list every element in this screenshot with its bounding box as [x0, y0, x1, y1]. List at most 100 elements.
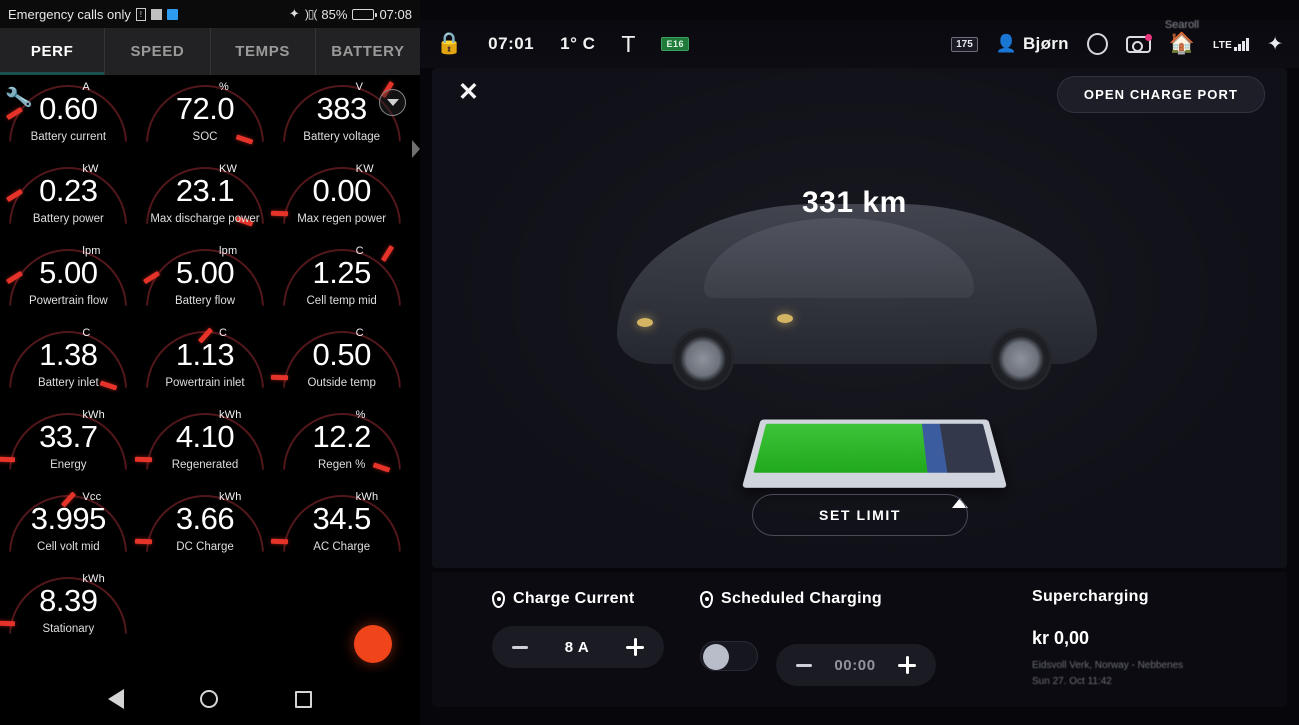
chevron-down-icon[interactable] — [379, 89, 406, 116]
gauge-regenerated[interactable]: kWh 4.10 Regenerated — [134, 403, 274, 485]
screenshot-root: Emergency calls only ! ✦ )▯( 85% 07:08 P… — [0, 0, 1299, 725]
charge-current-minus-button[interactable] — [512, 645, 528, 649]
gauge-value: 0.00 — [312, 173, 371, 208]
gauge-battery-voltage[interactable]: V 383 Battery voltage — [273, 75, 410, 157]
gauge-stationary[interactable]: kWh 8.39 Stationary — [0, 567, 137, 649]
gauge-label: Stationary — [42, 623, 95, 635]
square-icon — [150, 8, 162, 20]
voice-circle-icon[interactable] — [1086, 33, 1108, 55]
gauge-value: 33.7 — [39, 419, 98, 454]
gauge-energy[interactable]: kWh 33.7 Energy — [0, 403, 137, 485]
gauge-needle — [134, 538, 152, 545]
gauge-value: 12.2 — [312, 419, 371, 454]
supercharging-timestamp: Sun 27. Oct 11:42 — [1032, 676, 1112, 687]
nav-back-icon[interactable] — [108, 689, 125, 709]
gauge-max-regen-power[interactable]: KW 0.00 Max regen power — [271, 157, 410, 239]
home-icon: 🏠 — [1168, 32, 1196, 55]
set-limit-button[interactable]: SET LIMIT — [752, 494, 969, 536]
scheduled-charging-controls: 00:00 — [700, 626, 1002, 686]
tesla-clock: 07:01 — [488, 34, 535, 53]
gauge-value: 0.60 — [39, 91, 98, 126]
supercharging-price: kr 0,00 — [1032, 628, 1090, 648]
vibrate-icon: )▯( — [304, 7, 318, 21]
wheel-rear — [990, 328, 1052, 390]
scheduled-time-stepper[interactable]: 00:00 — [776, 644, 936, 686]
charge-current-plus-button[interactable] — [626, 638, 644, 656]
gauge-label: Cell temp mid — [306, 295, 377, 307]
pin-icon — [700, 590, 713, 608]
gauge-needle — [0, 620, 16, 627]
gauge-needle — [271, 374, 289, 381]
panel-expand-arrow-icon[interactable] — [412, 140, 420, 158]
tab-temps[interactable]: TEMPS — [211, 28, 316, 75]
gauge-battery-inlet[interactable]: C 1.38 Battery inlet — [0, 321, 137, 403]
gauge-battery-power[interactable]: kW 0.23 Battery power — [0, 157, 137, 239]
wheel-front — [672, 328, 734, 390]
tab-perf[interactable]: PERF — [0, 28, 106, 75]
lock-icon[interactable]: 🔒 — [436, 32, 462, 56]
gauge-value: 8.39 — [39, 583, 98, 618]
gauge-label: AC Charge — [313, 541, 371, 553]
gauge-outside-temp[interactable]: C 0.50 Outside temp — [271, 321, 410, 403]
tab-speed[interactable]: SPEED — [105, 28, 211, 75]
battery-pack-graphic — [741, 419, 1008, 488]
scheduled-time-minus-button[interactable] — [796, 663, 812, 667]
home-location-label: Searoll — [1164, 19, 1200, 31]
gauge-battery-flow[interactable]: lpm 5.00 Battery flow — [137, 239, 274, 321]
charge-current-stepper[interactable]: 8 A — [492, 626, 664, 668]
gauge-dc-charge[interactable]: kWh 3.66 DC Charge — [134, 485, 274, 567]
gauge-cell-volt-mid[interactable]: Vcc 3.995 Cell volt mid — [0, 485, 137, 567]
gauge-ac-charge[interactable]: kWh 34.5 AC Charge — [271, 485, 410, 567]
gauge-value: 4.10 — [175, 419, 235, 454]
dashcam-icon[interactable] — [1125, 33, 1152, 53]
gauge-label: Powertrain inlet — [165, 377, 245, 389]
nav-recents-icon[interactable] — [294, 690, 312, 708]
tab-battery[interactable]: BATTERY — [316, 28, 420, 75]
driver-profile[interactable]: 👤 Bjørn — [996, 34, 1069, 54]
close-icon[interactable]: ✕ — [458, 80, 479, 105]
wrench-icon[interactable]: 🔧 — [4, 84, 38, 113]
headlight-front-icon — [637, 318, 653, 327]
gauge-powertrain-flow[interactable]: lpm 5.00 Powertrain flow — [0, 239, 137, 321]
bluetooth-icon: ✦ — [288, 6, 300, 21]
scheduled-charging-section: Scheduled Charging 00:00 — [682, 572, 1002, 707]
nav-home-icon[interactable] — [200, 690, 219, 708]
charge-current-section: Charge Current 8 A — [432, 572, 682, 707]
outside-temperature: 1° C — [560, 34, 596, 53]
gauge-label: Energy — [50, 459, 87, 471]
gauge-grid: A 0.60 Battery current% 72.0 SOC V 383 Battery … — [0, 75, 410, 675]
lte-signal-icon: LTE — [1213, 37, 1250, 51]
gauge-label: Max regen power — [297, 213, 387, 225]
doc-icon: ! — [135, 7, 146, 21]
battery-empty-segment — [939, 423, 996, 473]
tesla-screen: 🔒 07:01 1° C T E16 175 👤 Bjørn Searoll 🏠 — [420, 0, 1299, 725]
gauge-needle — [271, 210, 289, 217]
gauge-powertrain-inlet[interactable]: C 1.13 Powertrain inlet — [137, 321, 274, 403]
gauge-cell-temp-mid[interactable]: C 1.25 Cell temp mid — [273, 239, 410, 321]
charge-current-value: 8 A — [564, 638, 590, 656]
open-charge-port-button[interactable]: OPEN CHARGE PORT — [1056, 76, 1265, 113]
gauge-value: 5.00 — [39, 255, 98, 290]
status-clock: 07:08 — [379, 6, 412, 22]
bluetooth-icon-tesla[interactable]: ✦ — [1267, 33, 1283, 56]
gauge-value: 383 — [316, 91, 368, 126]
gauge-value: 34.5 — [312, 501, 371, 536]
gauge-value: 5.00 — [175, 255, 235, 290]
scheduled-time-plus-button[interactable] — [898, 656, 916, 674]
headlight-second-icon — [777, 314, 793, 323]
charging-modal: ✕ OPEN CHARGE PORT 331 km SET LIMIT — [432, 68, 1287, 568]
gauge-soc[interactable]: % 72.0 SOC — [137, 75, 274, 157]
gauge-label: Battery power — [32, 213, 104, 225]
scheduled-charging-toggle[interactable] — [700, 641, 758, 671]
tesla-top-bar: 🔒 07:01 1° C T E16 175 👤 Bjørn Searoll 🏠 — [420, 19, 1299, 68]
supercharging-location: Eidsvoll Verk, Norway - Nebbenes — [1032, 660, 1184, 671]
gauge-value: 72.0 — [175, 91, 235, 126]
gauge-label: Powertrain flow — [29, 295, 108, 307]
gauge-value: 23.1 — [175, 173, 235, 208]
home-location[interactable]: Searoll 🏠 — [1165, 19, 1199, 56]
person-icon: 👤 — [995, 34, 1017, 53]
record-button[interactable] — [354, 625, 392, 663]
gauge-max-discharge-power[interactable]: KW 23.1 Max discharge power — [137, 157, 274, 239]
gauge-label: Battery flow — [174, 295, 236, 307]
gauge-regen-[interactable]: % 12.2 Regen % — [273, 403, 410, 485]
